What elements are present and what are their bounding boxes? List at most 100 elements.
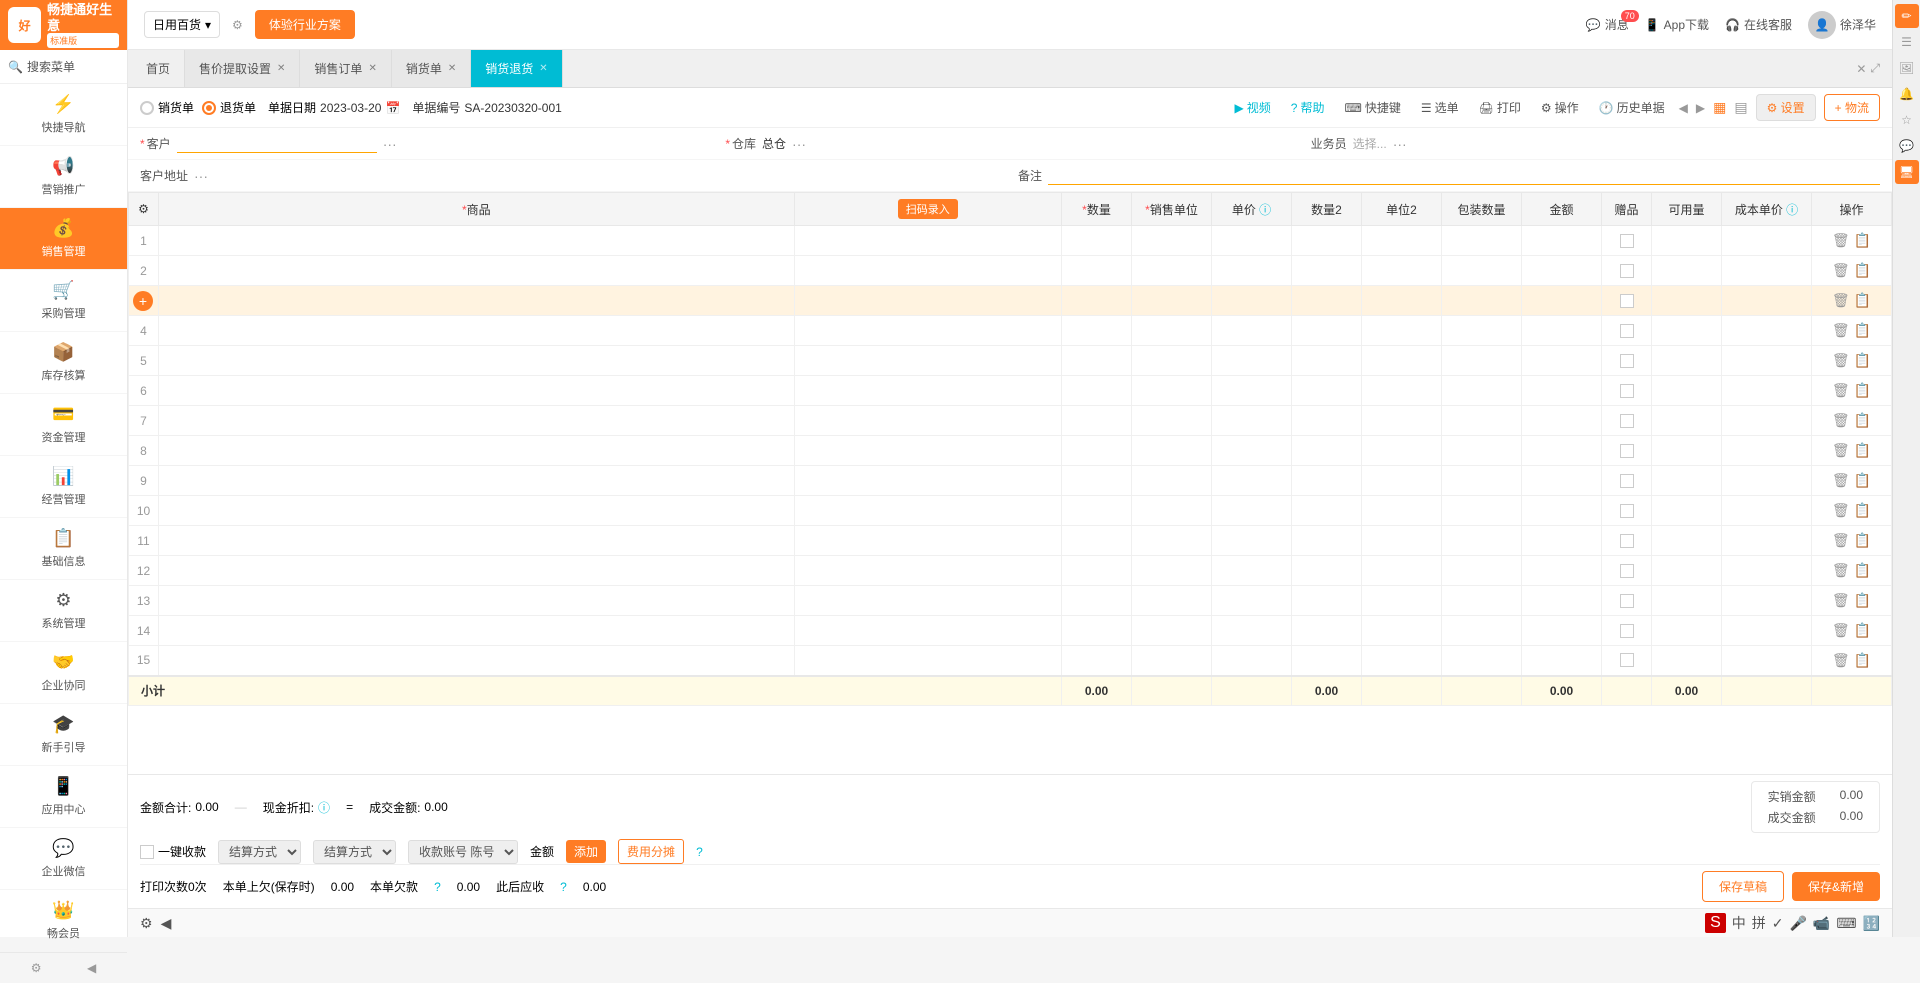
copy-icon[interactable]: 📋 [1854,472,1871,489]
unit2-cell[interactable] [1362,346,1442,376]
qty-cell[interactable] [1062,616,1132,646]
unit2-cell[interactable] [1362,526,1442,556]
calc-method-select[interactable]: 结算方式 [313,840,396,864]
qty2-cell[interactable] [1292,436,1362,466]
unit-cell[interactable] [1132,346,1212,376]
tab-sales-order[interactable]: 销售订单 ✕ [300,50,391,87]
product-cell[interactable] [159,466,795,496]
module-selector[interactable]: 日用百货 ▾ [144,11,220,38]
select-btn[interactable]: ☰ 选单 [1415,96,1465,119]
salesperson-dots[interactable]: ··· [1393,136,1407,152]
qty-cell[interactable] [1062,376,1132,406]
gift-cell[interactable] [1602,616,1652,646]
input-zh-icon[interactable]: 中 [1732,913,1746,933]
delete-icon[interactable]: 🗑 [1832,622,1850,639]
sidebar-item-collab[interactable]: 🤝 企业协同 [0,642,127,704]
customer-input[interactable] [177,134,377,153]
gift-checkbox[interactable] [1620,594,1634,608]
sidebar-item-basic[interactable]: 📋 基础信息 [0,518,127,580]
video-icon[interactable]: 📹 [1813,915,1830,932]
unit-cell[interactable] [1132,466,1212,496]
save-draft-btn[interactable]: 保存草稿 [1702,871,1784,902]
copy-icon[interactable]: 📋 [1854,232,1871,249]
pkgqty-cell[interactable] [1442,496,1522,526]
avail-cell[interactable] [1652,556,1722,586]
price-cell[interactable] [1212,226,1292,256]
search-menu[interactable]: 🔍 搜索菜单 [0,50,127,84]
col-scan[interactable]: 扫码录入 [794,193,1061,226]
product-cell[interactable] [159,586,795,616]
unit-cell[interactable] [1132,316,1212,346]
unit2-cell[interactable] [1362,286,1442,316]
unit2-cell[interactable] [1362,226,1442,256]
costprice-cell[interactable] [1722,526,1812,556]
qty-cell[interactable] [1062,436,1132,466]
delete-icon[interactable]: 🗑 [1832,472,1850,489]
gift-checkbox[interactable] [1620,624,1634,638]
tab-close-icon[interactable]: ✕ [448,63,456,74]
copy-icon[interactable]: 📋 [1854,442,1871,459]
copy-icon[interactable]: 📋 [1854,352,1871,369]
price-cell[interactable] [1212,496,1292,526]
qty-cell[interactable] [1062,226,1132,256]
table-view-icon[interactable]: ▦ [1713,99,1726,116]
unit2-cell[interactable] [1362,586,1442,616]
gift-checkbox[interactable] [1620,294,1634,308]
tab-price-setting[interactable]: 售价提取设置 ✕ [185,50,300,87]
right-panel-bell[interactable]: 🔔 [1895,82,1919,106]
product-cell[interactable] [159,526,795,556]
costprice-cell[interactable] [1722,616,1812,646]
price-cell[interactable] [1212,286,1292,316]
qty-cell[interactable] [1062,466,1132,496]
price-cell[interactable] [1212,346,1292,376]
gift-cell[interactable] [1602,346,1652,376]
settings-icon[interactable]: ⚙ [31,961,42,975]
sidebar-item-wechat[interactable]: 💬 企业微信 [0,828,127,890]
delete-icon[interactable]: 🗑 [1832,442,1850,459]
sidebar-item-apps[interactable]: 📱 应用中心 [0,766,127,828]
qty2-cell[interactable] [1292,406,1362,436]
unit-cell[interactable] [1132,556,1212,586]
qty-cell[interactable] [1062,586,1132,616]
trial-btn[interactable]: 体验行业方案 [255,10,355,39]
gift-cell[interactable] [1602,406,1652,436]
account-select[interactable]: 收款账号 陈号 [408,840,518,864]
gift-checkbox[interactable] [1620,444,1634,458]
costprice-cell[interactable] [1722,376,1812,406]
online-support-btn[interactable]: 🎧 在线客服 [1725,16,1792,33]
qty2-cell[interactable] [1292,616,1362,646]
avail-cell[interactable] [1652,496,1722,526]
avail-cell[interactable] [1652,286,1722,316]
copy-icon[interactable]: 📋 [1854,502,1871,519]
product-cell[interactable] [159,406,795,436]
pkgqty-cell[interactable] [1442,346,1522,376]
avail-cell[interactable] [1652,256,1722,286]
amount-cell[interactable] [1522,286,1602,316]
one-click-checkbox[interactable]: 一键收款 [140,843,206,860]
numpad-icon[interactable]: 🔢 [1863,915,1880,932]
calendar-icon[interactable]: 📅 [385,101,400,115]
costprice-cell[interactable] [1722,226,1812,256]
user-menu[interactable]: 👤 徐泽华 [1808,11,1876,39]
avail-cell[interactable] [1652,466,1722,496]
copy-icon[interactable]: 📋 [1854,322,1871,339]
price-cell[interactable] [1212,466,1292,496]
price-cell[interactable] [1212,376,1292,406]
costprice-cell[interactable] [1722,346,1812,376]
expand-icon[interactable]: ⤢ [1870,61,1880,76]
fee-info-icon[interactable]: ? [696,845,703,859]
shortcut-btn[interactable]: ⌨ 快捷键 [1339,96,1407,119]
sidebar-item-finance[interactable]: 💳 资金管理 [0,394,127,456]
unit2-cell[interactable] [1362,556,1442,586]
sidebar-item-shortcut[interactable]: ⚡ 快捷导航 [0,84,127,146]
product-cell[interactable] [159,436,795,466]
pkgqty-cell[interactable] [1442,526,1522,556]
price-cell[interactable] [1212,586,1292,616]
qty2-cell[interactable] [1292,496,1362,526]
pkgqty-cell[interactable] [1442,586,1522,616]
costprice-cell[interactable] [1722,556,1812,586]
amount-cell[interactable] [1522,376,1602,406]
gift-cell[interactable] [1602,436,1652,466]
sogou-icon[interactable]: S [1705,913,1726,933]
radio-delivery[interactable]: 销货单 [140,99,194,116]
